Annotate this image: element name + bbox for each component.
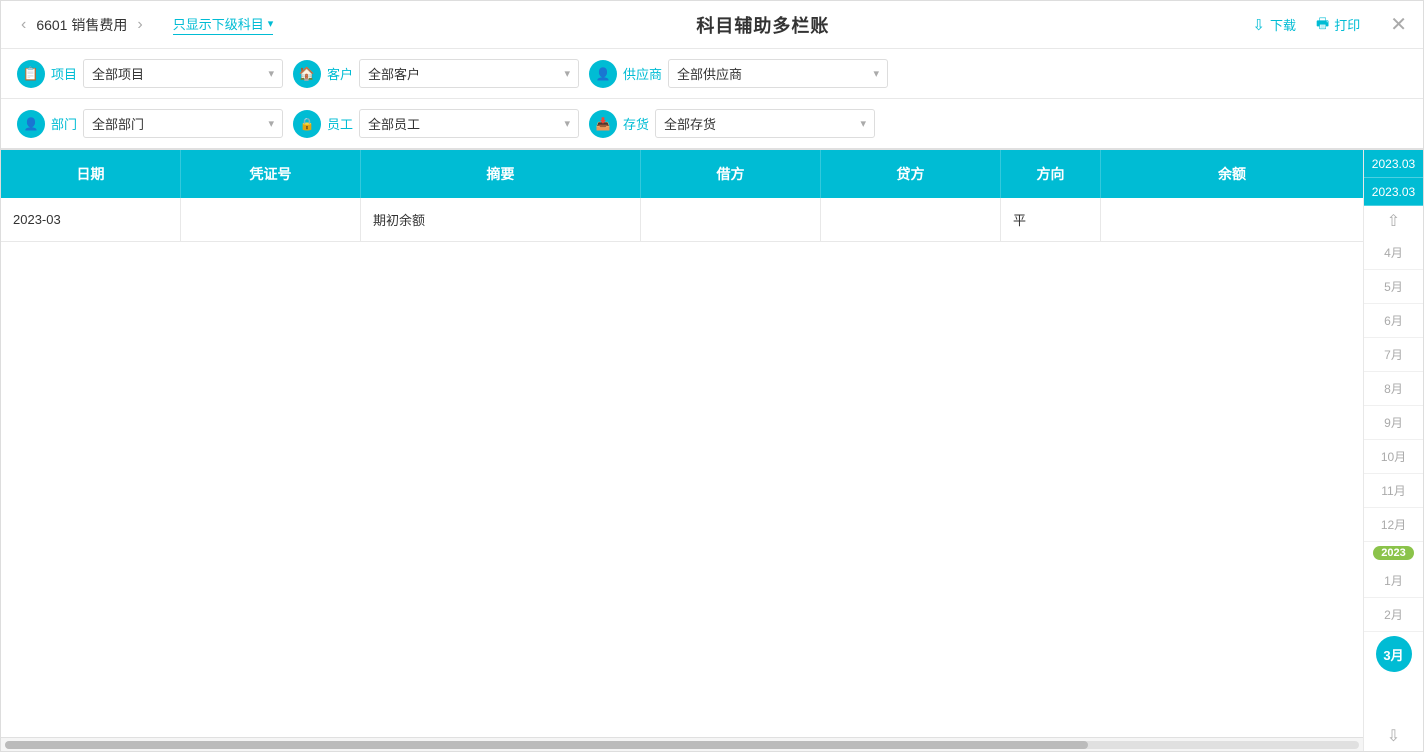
inventory-select[interactable]: 全部存货 ▾: [655, 109, 875, 138]
main-table: 日期 凭证号 摘要 借方 贷方 方向 余额: [1, 150, 1363, 751]
project-arrow-icon: ▾: [268, 67, 274, 80]
timeline-header-2023-03-second[interactable]: 2023.03: [1364, 178, 1423, 206]
department-icon: 👤: [17, 110, 45, 138]
th-balance: 余额: [1101, 150, 1363, 198]
timeline-month-2[interactable]: 2月: [1364, 598, 1423, 632]
supplier-value: 全部供应商: [677, 64, 742, 83]
title-bar: ‹ 6601 销售费用 › 只显示下级科目 ▾ 科目辅助多栏账 ⇩ 下载 🖶 打…: [1, 1, 1423, 49]
timeline-scroll-down-button[interactable]: ⇩: [1364, 721, 1423, 751]
employee-select[interactable]: 全部员工 ▾: [359, 109, 579, 138]
horizontal-scrollbar[interactable]: [1, 737, 1363, 751]
show-sub-label: 只显示下级科目: [173, 14, 264, 33]
timeline-month-4[interactable]: 4月: [1364, 236, 1423, 270]
timeline-month-5[interactable]: 5月: [1364, 270, 1423, 304]
print-button[interactable]: 🖶 打印: [1316, 13, 1360, 37]
timeline-month-11[interactable]: 11月: [1364, 474, 1423, 508]
td-debit: [641, 198, 821, 241]
th-summary: 摘要: [361, 150, 641, 198]
department-filter-group: 👤 部门 全部部门 ▾: [17, 109, 283, 138]
account-code-label: 6601 销售费用: [36, 15, 127, 35]
customer-label: 客户: [327, 64, 353, 83]
timeline-month-12[interactable]: 12月: [1364, 508, 1423, 542]
customer-filter-group: 🏠 客户 全部客户 ▾: [293, 59, 579, 88]
department-label: 部门: [51, 114, 77, 133]
project-label: 项目: [51, 64, 77, 83]
supplier-filter-group: 👤 供应商 全部供应商 ▾: [589, 59, 888, 88]
next-account-button[interactable]: ›: [133, 14, 146, 36]
td-credit: [821, 198, 1001, 241]
main-window: ‹ 6601 销售费用 › 只显示下级科目 ▾ 科目辅助多栏账 ⇩ 下载 🖶 打…: [0, 0, 1424, 752]
supplier-label: 供应商: [623, 64, 662, 83]
project-icon: 📋: [17, 60, 45, 88]
print-icon: 🖶: [1316, 13, 1329, 37]
filter-bar: 📋 项目 全部项目 ▾ 🏠 客户 全部客户 ▾ 👤 供应商 全部供应商 ▾: [1, 49, 1423, 99]
timeline-scroll-up-button[interactable]: ⇧: [1364, 206, 1423, 236]
timeline-month-3-container: 3月: [1364, 632, 1423, 676]
scrollbar-thumb: [5, 741, 1088, 749]
td-balance: [1101, 198, 1363, 241]
customer-value: 全部客户: [368, 64, 420, 83]
timeline-month-10[interactable]: 10月: [1364, 440, 1423, 474]
supplier-arrow-icon: ▾: [874, 67, 880, 80]
scrollbar-track: [5, 741, 1359, 749]
td-summary: 期初余额: [361, 198, 641, 241]
prev-account-button[interactable]: ‹: [17, 14, 30, 36]
filter-bar-row2: 👤 部门 全部部门 ▾ 🔒 员工 全部员工 ▾ 📥 存货 全部存货 ▾: [1, 99, 1423, 150]
table-header: 日期 凭证号 摘要 借方 贷方 方向 余额: [1, 150, 1363, 198]
download-label: 下载: [1270, 15, 1296, 34]
inventory-icon: 📥: [589, 110, 617, 138]
timeline-month-9[interactable]: 9月: [1364, 406, 1423, 440]
close-button[interactable]: ✕: [1390, 12, 1407, 37]
employee-icon: 🔒: [293, 110, 321, 138]
td-direction: 平: [1001, 198, 1101, 241]
timeline-month-8[interactable]: 8月: [1364, 372, 1423, 406]
content-area: 日期 凭证号 摘要 借方 贷方 方向 余额: [1, 150, 1423, 751]
download-icon: ⇩: [1252, 16, 1265, 34]
td-date: 2023-03: [1, 198, 181, 241]
project-select[interactable]: 全部项目 ▾: [83, 59, 283, 88]
customer-icon: 🏠: [293, 60, 321, 88]
th-credit: 贷方: [821, 150, 1001, 198]
department-select[interactable]: 全部部门 ▾: [83, 109, 283, 138]
show-sub-button[interactable]: 只显示下级科目 ▾: [173, 14, 274, 35]
title-left: ‹ 6601 销售费用 › 只显示下级科目 ▾: [17, 14, 273, 36]
print-label: 打印: [1334, 15, 1360, 34]
project-value: 全部项目: [92, 64, 144, 83]
th-debit: 借方: [641, 150, 821, 198]
timeline-month-6[interactable]: 6月: [1364, 304, 1423, 338]
chevron-down-icon: ▾: [268, 17, 274, 30]
timeline-sidebar: 2023.03 2023.03 ⇧ 4月 5月 6月 7月 8月 9月 10月 …: [1363, 150, 1423, 751]
customer-arrow-icon: ▾: [565, 67, 571, 80]
timeline-month-7[interactable]: 7月: [1364, 338, 1423, 372]
th-voucher: 凭证号: [181, 150, 361, 198]
th-date: 日期: [1, 150, 181, 198]
inventory-label: 存货: [623, 114, 649, 133]
td-voucher: [181, 198, 361, 241]
table-body: 2023-03 期初余额 平: [1, 198, 1363, 737]
project-filter-group: 📋 项目 全部项目 ▾: [17, 59, 283, 88]
th-direction: 方向: [1001, 150, 1101, 198]
title-actions: ⇩ 下载 🖶 打印 ✕: [1252, 12, 1407, 37]
department-arrow-icon: ▾: [268, 117, 274, 130]
employee-value: 全部员工: [368, 114, 420, 133]
timeline-month-1[interactable]: 1月: [1364, 564, 1423, 598]
employee-label: 员工: [327, 114, 353, 133]
timeline-header-2023-03-first[interactable]: 2023.03: [1364, 150, 1423, 178]
inventory-filter-group: 📥 存货 全部存货 ▾: [589, 109, 875, 138]
employee-filter-group: 🔒 员工 全部员工 ▾: [293, 109, 579, 138]
supplier-select[interactable]: 全部供应商 ▾: [668, 59, 888, 88]
supplier-icon: 👤: [589, 60, 617, 88]
inventory-arrow-icon: ▾: [861, 117, 867, 130]
table-row[interactable]: 2023-03 期初余额 平: [1, 198, 1363, 242]
year-badge: 2023: [1373, 546, 1413, 560]
employee-arrow-icon: ▾: [565, 117, 571, 130]
download-button[interactable]: ⇩ 下载: [1252, 15, 1296, 34]
page-title: 科目辅助多栏账: [696, 12, 829, 38]
department-value: 全部部门: [92, 114, 144, 133]
inventory-value: 全部存货: [664, 114, 716, 133]
timeline-month-3-active[interactable]: 3月: [1376, 636, 1412, 672]
customer-select[interactable]: 全部客户 ▾: [359, 59, 579, 88]
